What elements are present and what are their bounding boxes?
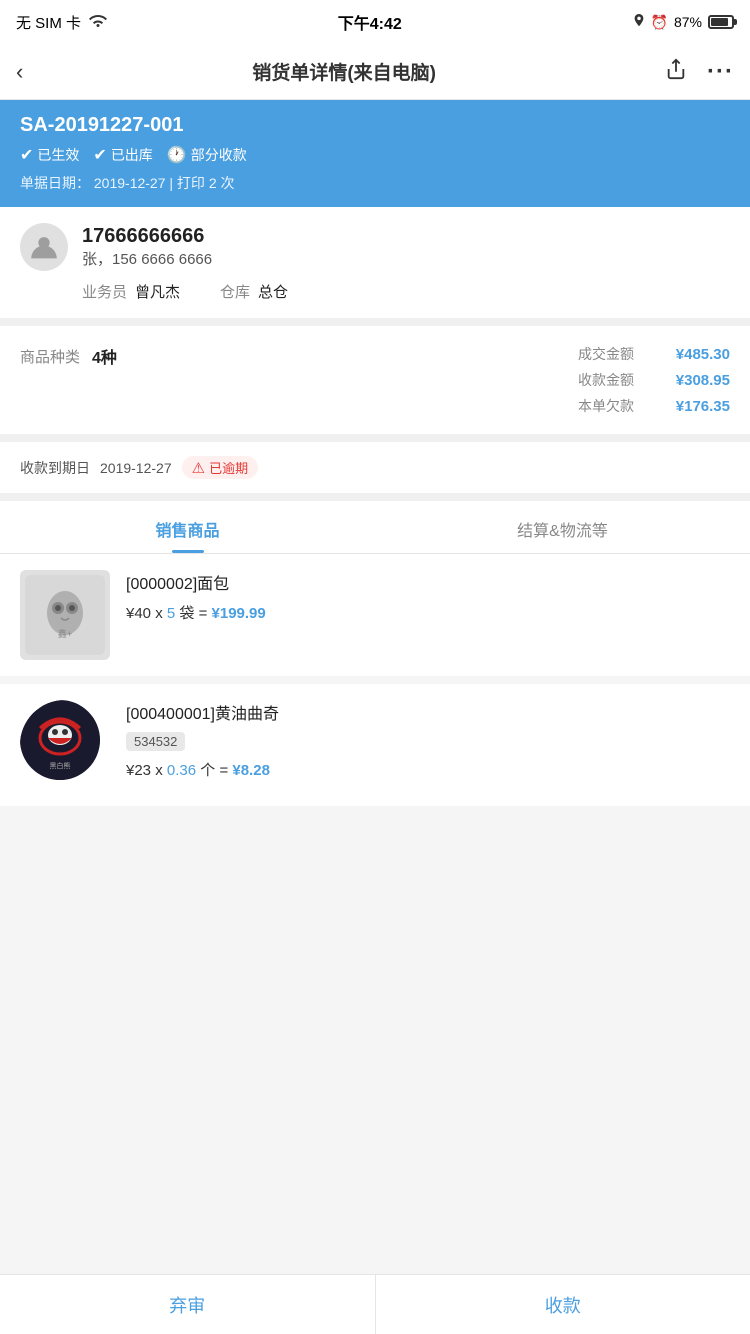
product-thumbnail-1: 鑫+ <box>20 570 110 660</box>
tab-bar: 销售商品 结算&物流等 <box>0 501 750 554</box>
more-icon[interactable]: ··· <box>707 58 734 86</box>
received-label: 收款金额 <box>578 370 634 390</box>
status-right: ⏰ 87% <box>633 14 734 31</box>
stats-section: 商品种类 4种 成交金额 ¥485.30 收款金额 ¥308.95 本单欠款 ¥… <box>0 326 750 442</box>
status-time: 下午4:42 <box>338 10 402 34</box>
owed-value: ¥176.35 <box>650 398 730 415</box>
due-section: 收款到期日 2019-12-27 ⚠ 已逾期 <box>0 442 750 501</box>
owed-row: 本单欠款 ¥176.35 <box>578 396 730 416</box>
type-label: 商品种类 <box>20 346 80 367</box>
status-effective: ✔ 已生效 <box>20 145 79 165</box>
status-partial: 🕐 部分收款 <box>167 145 247 165</box>
product-thumbnail-2: 黑白熊 <box>20 700 110 790</box>
banner-status: ✔ 已生效 ✔ 已出库 🕐 部分收款 <box>20 145 730 165</box>
wifi-icon <box>89 13 107 31</box>
product-logo-2: 黑白熊 <box>20 700 100 780</box>
amount-row: 成交金额 ¥485.30 <box>578 344 730 364</box>
product-qty-1: 5 <box>167 605 175 622</box>
sim-label: 无 SIM 卡 <box>16 12 81 33</box>
overdue-badge: ⚠ 已逾期 <box>182 456 258 479</box>
due-label: 收款到期日 <box>20 458 90 478</box>
check-icon: ✔ <box>20 145 33 165</box>
amount-value: ¥485.30 <box>650 346 730 363</box>
status-shipped: ✔ 已出库 <box>93 145 152 165</box>
product-list: 鑫+ [0000002]面包 ¥40 x 5 袋 = ¥199.99 <box>0 554 750 884</box>
product-total-2: ¥8.28 <box>232 762 270 779</box>
page-title: 销货单详情(来自电脑) <box>252 58 436 85</box>
due-date: 2019-12-27 <box>100 460 172 476</box>
customer-section: 17666666666 张，156 6666 6666 业务员 曾凡杰 仓库 总… <box>0 207 750 326</box>
status-left: 无 SIM 卡 <box>16 12 107 33</box>
warehouse-item: 仓库 总仓 <box>220 281 288 302</box>
product-price-2: ¥23 x 0.36 个 = ¥8.28 <box>126 759 730 780</box>
product-total-1: ¥199.99 <box>212 605 266 622</box>
collect-payment-button[interactable]: 收款 <box>376 1275 750 1334</box>
clock-icon: 🕐 <box>167 145 187 165</box>
product-item-2: 黑白熊 [000400001]黄油曲奇 534532 ¥23 x 0.36 个 … <box>0 684 750 806</box>
salesperson-label: 业务员 <box>82 281 127 302</box>
abandon-review-button[interactable]: 弃审 <box>0 1275 376 1334</box>
customer-phone: 17666666666 <box>82 225 212 248</box>
overdue-text: 已逾期 <box>209 458 248 477</box>
warehouse-label: 仓库 <box>220 281 250 302</box>
salesperson-value: 曾凡杰 <box>135 281 180 302</box>
received-value: ¥308.95 <box>650 372 730 389</box>
status-bar: 无 SIM 卡 下午4:42 ⏰ 87% <box>0 0 750 44</box>
product-info-2: [000400001]黄油曲奇 534532 ¥23 x 0.36 个 = ¥8… <box>126 700 730 780</box>
owed-label: 本单欠款 <box>578 396 634 416</box>
product-info-1: [0000002]面包 ¥40 x 5 袋 = ¥199.99 <box>126 570 730 623</box>
back-button[interactable]: ‹ <box>16 59 23 85</box>
product-tag-2: 534532 <box>126 732 185 751</box>
salesperson-item: 业务员 曾凡杰 <box>82 281 180 302</box>
banner: SA-20191227-001 ✔ 已生效 ✔ 已出库 🕐 部分收款 单据日期：… <box>0 100 750 207</box>
product-name-1: [0000002]面包 <box>126 570 730 594</box>
svg-text:黑白熊: 黑白熊 <box>50 761 71 770</box>
nav-bar: ‹ 销货单详情(来自电脑) ··· <box>0 44 750 100</box>
product-item: 鑫+ [0000002]面包 ¥40 x 5 袋 = ¥199.99 <box>0 554 750 676</box>
alarm-icon: ⏰ <box>651 14 668 31</box>
type-count: 4种 <box>92 344 117 368</box>
order-id: SA-20191227-001 <box>20 114 730 137</box>
battery-percent: 87% <box>674 14 702 30</box>
product-price-1: ¥40 x 5 袋 = ¥199.99 <box>126 602 730 623</box>
customer-name: 张，156 6666 6666 <box>82 248 212 269</box>
stats-right: 成交金额 ¥485.30 收款金额 ¥308.95 本单欠款 ¥176.35 <box>578 344 730 416</box>
battery-icon <box>708 15 734 29</box>
check-icon-2: ✔ <box>93 145 106 165</box>
avatar <box>20 223 68 271</box>
amount-label: 成交金额 <box>578 344 634 364</box>
banner-date: 单据日期： 2019-12-27 | 打印 2 次 <box>20 173 730 193</box>
tab-products[interactable]: 销售商品 <box>0 501 375 553</box>
location-icon <box>633 14 645 31</box>
stats-left: 商品种类 4种 <box>20 344 117 368</box>
received-row: 收款金额 ¥308.95 <box>578 370 730 390</box>
warehouse-value: 总仓 <box>258 281 288 302</box>
customer-row: 17666666666 张，156 6666 6666 <box>20 223 730 271</box>
bottom-bar: 弃审 收款 <box>0 1274 750 1334</box>
product-qty-2: 0.36 <box>167 762 196 779</box>
share-icon[interactable] <box>665 58 687 86</box>
tab-settlement[interactable]: 结算&物流等 <box>375 501 750 553</box>
svg-text:鑫+: 鑫+ <box>58 628 72 639</box>
warning-icon: ⚠ <box>192 459 205 477</box>
product-name-2: [000400001]黄油曲奇 <box>126 700 730 724</box>
customer-meta: 业务员 曾凡杰 仓库 总仓 <box>20 281 730 302</box>
nav-actions: ··· <box>665 58 734 86</box>
